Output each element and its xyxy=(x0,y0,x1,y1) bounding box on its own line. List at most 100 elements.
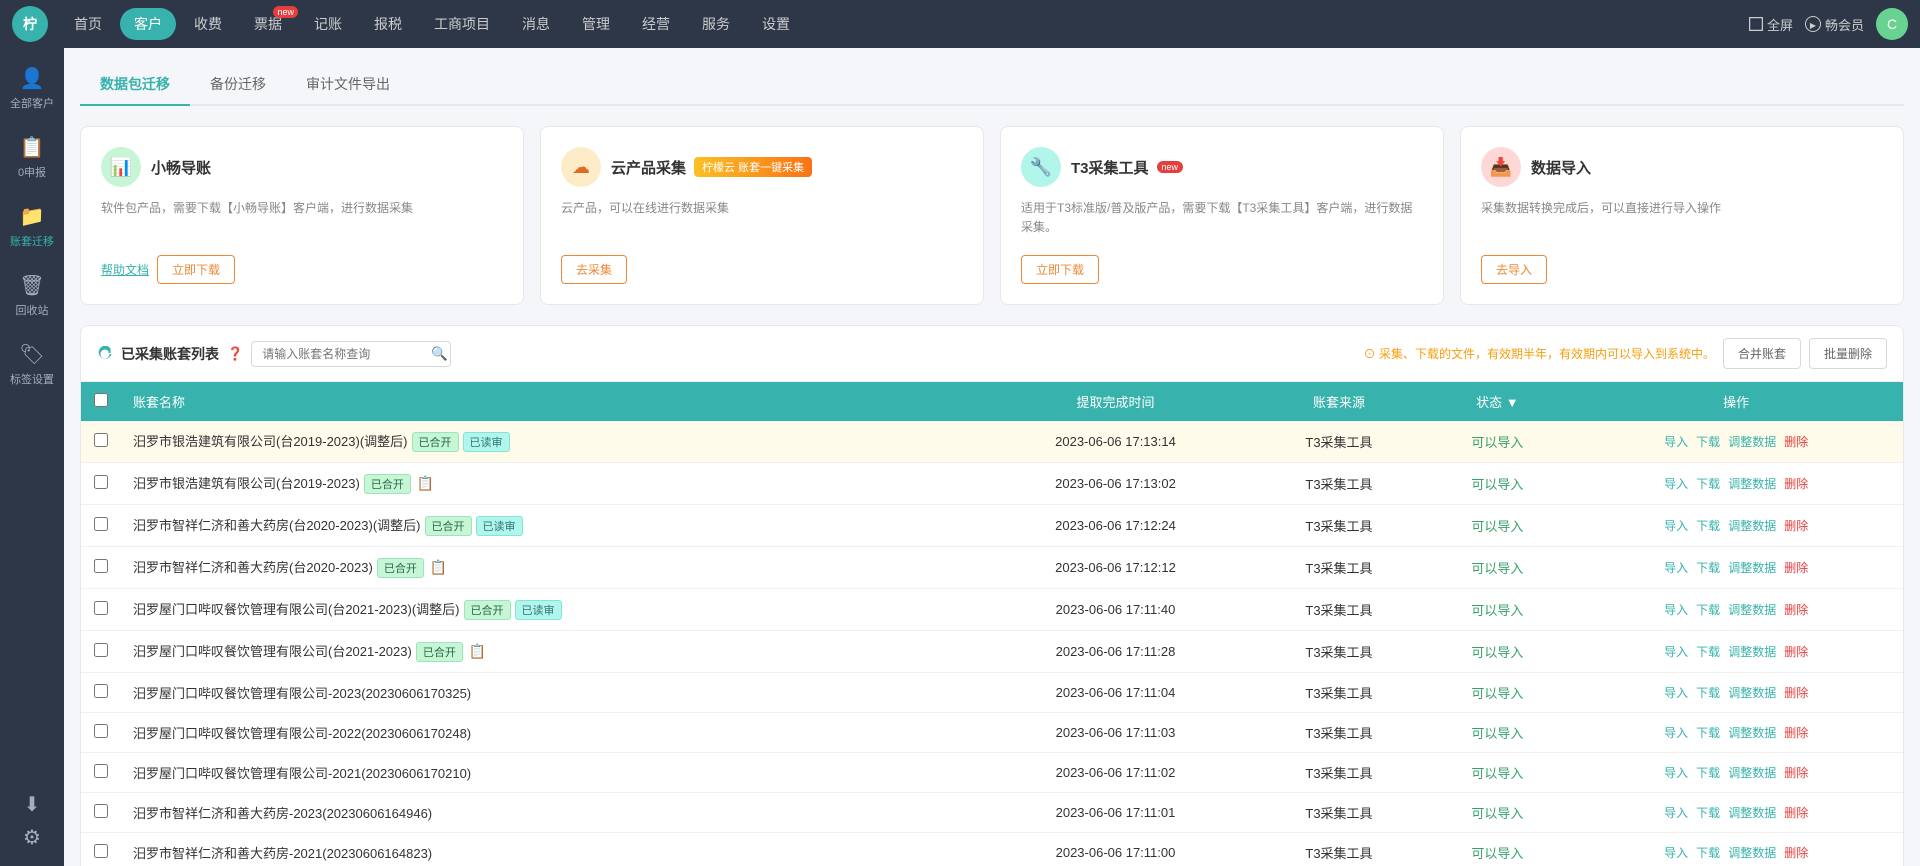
action-调整数据[interactable]: 调整数据 xyxy=(1728,603,1776,617)
settings-icon[interactable]: ⚙ xyxy=(23,825,41,850)
sidebar-item-recycle[interactable]: 🗑 回收站 xyxy=(4,263,60,328)
user-avatar[interactable]: C xyxy=(1876,8,1908,40)
action-调整数据[interactable]: 调整数据 xyxy=(1728,806,1776,820)
batch-delete-button[interactable]: 批量删除 xyxy=(1809,338,1887,369)
row-checkbox[interactable] xyxy=(94,433,108,447)
go-collect-button[interactable]: 去采集 xyxy=(561,255,627,284)
action-导入[interactable]: 导入 xyxy=(1664,846,1688,860)
nav-operation[interactable]: 经营 xyxy=(628,8,684,40)
action-导入[interactable]: 导入 xyxy=(1664,726,1688,740)
nav-client[interactable]: 客户 xyxy=(120,8,176,40)
action-删除[interactable]: 删除 xyxy=(1784,435,1808,449)
sidebar-item-all-clients[interactable]: 👤 全部客户 xyxy=(4,56,60,121)
help-doc-link[interactable]: 帮助文档 xyxy=(101,261,149,278)
nav-setting[interactable]: 设置 xyxy=(748,8,804,40)
action-删除[interactable]: 删除 xyxy=(1784,561,1808,575)
action-导入[interactable]: 导入 xyxy=(1664,519,1688,533)
row-checkbox[interactable] xyxy=(94,684,108,698)
action-导入[interactable]: 导入 xyxy=(1664,435,1688,449)
action-删除[interactable]: 删除 xyxy=(1784,726,1808,740)
tab-bar: 数据包迁移 备份迁移 审计文件导出 xyxy=(80,64,1904,106)
download-icon[interactable]: ⬇ xyxy=(24,792,41,817)
app-logo[interactable]: 柠 xyxy=(12,6,48,42)
action-调整数据[interactable]: 调整数据 xyxy=(1728,435,1776,449)
action-删除[interactable]: 删除 xyxy=(1784,686,1808,700)
action-删除[interactable]: 删除 xyxy=(1784,846,1808,860)
row-copy-icon[interactable]: 📋 xyxy=(430,559,447,575)
xiao-chang-download-button[interactable]: 立即下载 xyxy=(157,255,235,284)
nav-tax[interactable]: 报税 xyxy=(360,8,416,40)
member-button[interactable]: ▶ 畅会员 xyxy=(1805,15,1864,34)
action-删除[interactable]: 删除 xyxy=(1784,519,1808,533)
action-删除[interactable]: 删除 xyxy=(1784,766,1808,780)
col-status[interactable]: 状态 ▼ xyxy=(1425,382,1569,421)
action-删除[interactable]: 删除 xyxy=(1784,645,1808,659)
row-checkbox[interactable] xyxy=(94,844,108,858)
action-下载[interactable]: 下载 xyxy=(1696,846,1720,860)
action-调整数据[interactable]: 调整数据 xyxy=(1728,519,1776,533)
action-下载[interactable]: 下载 xyxy=(1696,806,1720,820)
action-调整数据[interactable]: 调整数据 xyxy=(1728,726,1776,740)
nav-fee[interactable]: 收费 xyxy=(180,8,236,40)
cloud-collect-desc: 云产品，可以在线进行数据采集 xyxy=(561,199,963,239)
nav-bookkeeping[interactable]: 记账 xyxy=(300,8,356,40)
sidebar-item-zero-report[interactable]: 📋 0申报 xyxy=(4,125,60,190)
action-导入[interactable]: 导入 xyxy=(1664,561,1688,575)
row-checkbox[interactable] xyxy=(94,724,108,738)
action-下载[interactable]: 下载 xyxy=(1696,435,1720,449)
action-下载[interactable]: 下载 xyxy=(1696,726,1720,740)
action-调整数据[interactable]: 调整数据 xyxy=(1728,686,1776,700)
action-导入[interactable]: 导入 xyxy=(1664,766,1688,780)
sidebar-item-tag-setting[interactable]: 🏷 标签设置 xyxy=(4,332,60,397)
sidebar-item-account-migrate[interactable]: 📁 账套迁移 xyxy=(4,194,60,259)
search-input[interactable] xyxy=(251,341,451,367)
action-导入[interactable]: 导入 xyxy=(1664,686,1688,700)
action-导入[interactable]: 导入 xyxy=(1664,477,1688,491)
action-下载[interactable]: 下载 xyxy=(1696,603,1720,617)
row-checkbox[interactable] xyxy=(94,559,108,573)
nav-home[interactable]: 首页 xyxy=(60,8,116,40)
row-checkbox[interactable] xyxy=(94,643,108,657)
nav-service[interactable]: 服务 xyxy=(688,8,744,40)
action-下载[interactable]: 下载 xyxy=(1696,477,1720,491)
tab-backup-migrate[interactable]: 备份迁移 xyxy=(190,64,286,106)
action-调整数据[interactable]: 调整数据 xyxy=(1728,846,1776,860)
action-下载[interactable]: 下载 xyxy=(1696,686,1720,700)
action-删除[interactable]: 删除 xyxy=(1784,477,1808,491)
merge-account-button[interactable]: 合并账套 xyxy=(1723,338,1801,369)
row-checkbox[interactable] xyxy=(94,601,108,615)
refresh-icon[interactable] xyxy=(97,346,113,362)
action-调整数据[interactable]: 调整数据 xyxy=(1728,561,1776,575)
nav-invoice[interactable]: 票据 new xyxy=(240,8,296,40)
search-button[interactable]: 🔍 xyxy=(431,346,448,362)
action-导入[interactable]: 导入 xyxy=(1664,603,1688,617)
nav-manage[interactable]: 管理 xyxy=(568,8,624,40)
row-copy-icon[interactable]: 📋 xyxy=(417,475,434,491)
action-调整数据[interactable]: 调整数据 xyxy=(1728,645,1776,659)
row-checkbox[interactable] xyxy=(94,764,108,778)
action-删除[interactable]: 删除 xyxy=(1784,806,1808,820)
row-checkbox[interactable] xyxy=(94,804,108,818)
action-下载[interactable]: 下载 xyxy=(1696,645,1720,659)
action-导入[interactable]: 导入 xyxy=(1664,645,1688,659)
row-copy-icon[interactable]: 📋 xyxy=(469,643,486,659)
action-下载[interactable]: 下载 xyxy=(1696,766,1720,780)
row-checkbox[interactable] xyxy=(94,475,108,489)
fullscreen-button[interactable]: 全屏 xyxy=(1749,15,1793,34)
action-下载[interactable]: 下载 xyxy=(1696,519,1720,533)
row-checkbox[interactable] xyxy=(94,517,108,531)
action-调整数据[interactable]: 调整数据 xyxy=(1728,766,1776,780)
select-all-checkbox[interactable] xyxy=(94,393,108,407)
t3-download-button[interactable]: 立即下载 xyxy=(1021,255,1099,284)
action-下载[interactable]: 下载 xyxy=(1696,561,1720,575)
help-icon[interactable]: ❓ xyxy=(227,346,243,362)
select-all-header[interactable] xyxy=(81,382,121,421)
action-导入[interactable]: 导入 xyxy=(1664,806,1688,820)
tab-audit-export[interactable]: 审计文件导出 xyxy=(286,64,410,106)
go-import-button[interactable]: 去导入 xyxy=(1481,255,1547,284)
tab-data-migrate[interactable]: 数据包迁移 xyxy=(80,64,190,106)
nav-business[interactable]: 工商项目 xyxy=(420,8,504,40)
nav-message[interactable]: 消息 xyxy=(508,8,564,40)
action-删除[interactable]: 删除 xyxy=(1784,603,1808,617)
action-调整数据[interactable]: 调整数据 xyxy=(1728,477,1776,491)
